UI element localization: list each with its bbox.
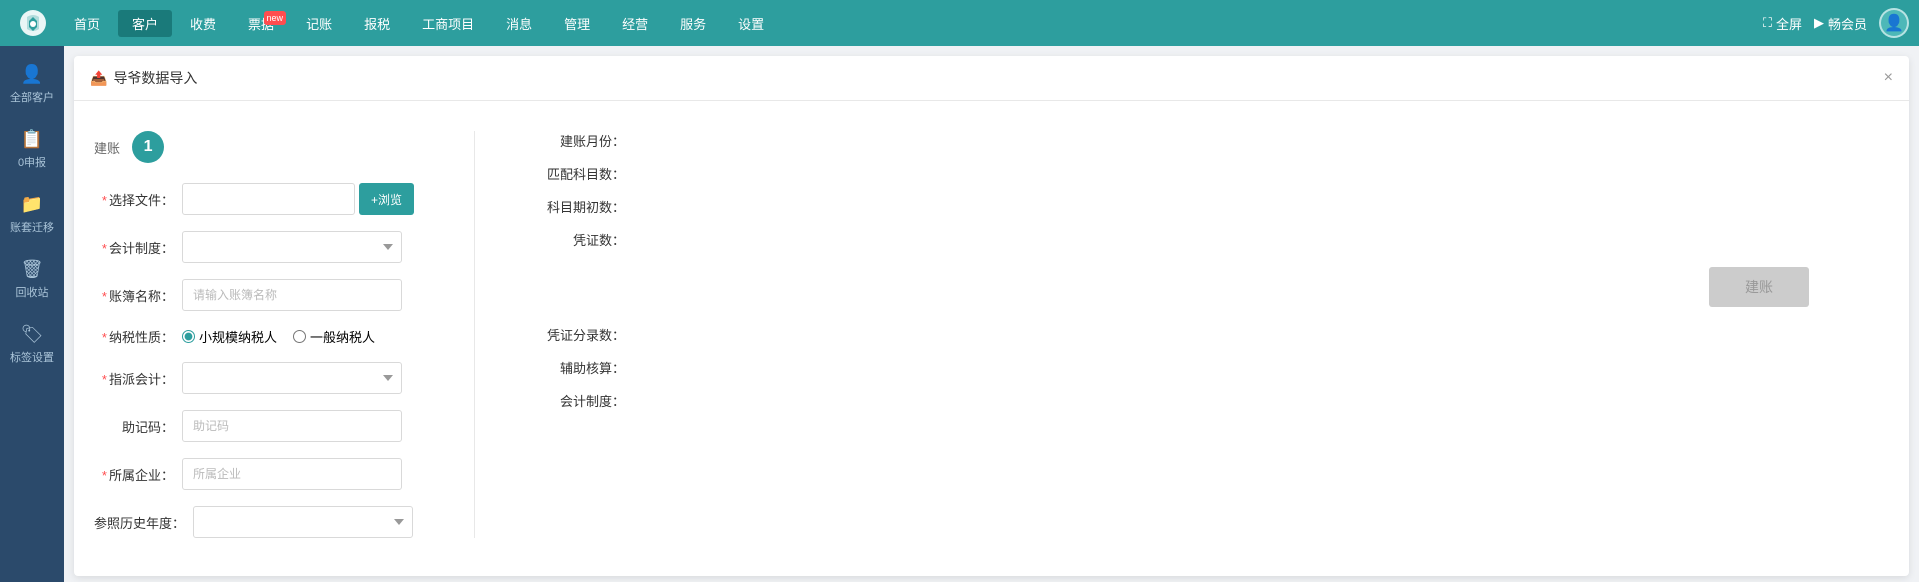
form-container: *选择文件： +浏览 *会计制度： xyxy=(94,183,454,538)
ledger-name-input[interactable] xyxy=(182,279,402,311)
company-input[interactable] xyxy=(182,458,402,490)
nav-invoice[interactable]: 票据 new xyxy=(234,10,288,37)
panel-body: 建账 1 *选择文件： +浏览 xyxy=(74,101,1909,568)
nav-business[interactable]: 工商项目 xyxy=(408,10,488,37)
sidebar: 👤 全部客户 📋 0申报 📁 账套迁移 🗑 回收站 🏷 标签设置 xyxy=(0,46,64,582)
company-row: *所属企业： xyxy=(94,458,454,490)
match-subjects-row: 匹配科目数： xyxy=(535,164,1889,183)
history-year-label: 参照历史年度： xyxy=(94,513,185,532)
nav-message[interactable]: 消息 xyxy=(492,10,546,37)
info-accounting-system-label: 会计制度： xyxy=(535,391,625,410)
sidebar-item-declaration[interactable]: 📋 0申报 xyxy=(0,119,64,180)
declaration-icon: 📋 xyxy=(21,129,43,150)
file-row: *选择文件： +浏览 xyxy=(94,183,454,215)
ledger-name-row: *账簿名称： xyxy=(94,279,454,311)
voucher-entries-row: 凭证分录数： xyxy=(535,325,1889,344)
top-navigation: 首页 客户 收费 票据 new 记账 报税 工商项目 消息 管理 经营 服务 设… xyxy=(0,0,1919,46)
tax-type-radio-group: 小规模纳税人 一般纳税人 xyxy=(182,327,375,346)
nav-billing[interactable]: 收费 xyxy=(176,10,230,37)
assign-accountant-row: *指派会计： xyxy=(94,362,454,394)
aux-accounting-label: 辅助核算： xyxy=(535,358,625,377)
vip-btn[interactable]: ▶ 畅会员 xyxy=(1814,14,1867,33)
subject-init-row: 科目期初数： xyxy=(535,197,1889,216)
accounting-system-label: *会计制度： xyxy=(94,238,174,257)
file-label: *选择文件： xyxy=(94,190,174,209)
vip-icon: ▶ xyxy=(1814,15,1824,31)
nav-settings[interactable]: 设置 xyxy=(724,10,778,37)
info-accounting-system-row: 会计制度： xyxy=(535,391,1889,410)
sidebar-item-migration[interactable]: 📁 账套迁移 xyxy=(0,184,64,245)
sidebar-item-all-clients[interactable]: 👤 全部客户 xyxy=(0,54,64,115)
tax-general-radio[interactable] xyxy=(293,330,306,343)
sidebar-item-tags[interactable]: 🏷 标签设置 xyxy=(0,314,64,375)
import-icon: 📤 xyxy=(90,70,107,87)
step-circle: 1 xyxy=(132,131,164,163)
main-layout: 👤 全部客户 📋 0申报 📁 账套迁移 🗑 回收站 🏷 标签设置 📤 导爷 xyxy=(0,46,1919,582)
accounting-system-row: *会计制度： xyxy=(94,231,454,263)
accounting-system-select[interactable] xyxy=(182,231,402,263)
file-input-group: +浏览 xyxy=(182,183,402,215)
ledger-name-label: *账簿名称： xyxy=(94,286,174,305)
tax-type-label: *纳税性质： xyxy=(94,327,174,346)
topnav-right: ⛶ 全屏 ▶ 畅会员 👤 xyxy=(1763,8,1909,38)
aux-code-input[interactable] xyxy=(182,410,402,442)
nav-customer[interactable]: 客户 xyxy=(118,10,172,37)
nav-home[interactable]: 首页 xyxy=(60,10,114,37)
right-section: 建账月份： 匹配科目数： 科目期初数： 凭证数： xyxy=(495,131,1889,538)
voucher-count-row: 凭证数： xyxy=(535,230,1889,249)
file-input[interactable] xyxy=(182,183,355,215)
nav-items: 首页 客户 收费 票据 new 记账 报税 工商项目 消息 管理 经营 服务 设… xyxy=(56,10,1763,37)
divider xyxy=(474,131,475,538)
voucher-count-label: 凭证数： xyxy=(535,230,625,249)
nav-service[interactable]: 服务 xyxy=(666,10,720,37)
aux-code-label: 助记码： xyxy=(94,417,174,436)
match-subjects-label: 匹配科目数： xyxy=(535,164,625,183)
history-year-row: 参照历史年度： xyxy=(94,506,454,538)
voucher-entries-label: 凭证分录数： xyxy=(535,325,625,344)
app-logo xyxy=(10,0,56,46)
nav-ledger[interactable]: 记账 xyxy=(292,10,346,37)
aux-accounting-row: 辅助核算： xyxy=(535,358,1889,377)
history-year-select[interactable] xyxy=(193,506,413,538)
aux-code-row: 助记码： xyxy=(94,410,454,442)
user-avatar[interactable]: 👤 xyxy=(1879,8,1909,38)
step-indicator: 建账 1 xyxy=(94,131,164,163)
fullscreen-btn[interactable]: ⛶ 全屏 xyxy=(1763,14,1802,33)
nav-manage[interactable]: 管理 xyxy=(550,10,604,37)
import-panel: 📤 导爷数据导入 × 建账 1 * xyxy=(74,56,1909,576)
subject-init-label: 科目期初数： xyxy=(535,197,625,216)
recycle-icon: 🗑 xyxy=(21,259,44,280)
tax-type-row: *纳税性质： 小规模纳税人 一般纳税人 xyxy=(94,327,454,346)
panel-title: 📤 导爷数据导入 xyxy=(90,68,197,88)
close-button[interactable]: × xyxy=(1884,69,1893,87)
nav-tax[interactable]: 报税 xyxy=(350,10,404,37)
info-section: 建账月份： 匹配科目数： 科目期初数： 凭证数： xyxy=(495,131,1889,538)
browse-button[interactable]: +浏览 xyxy=(359,183,414,215)
build-month-row: 建账月份： xyxy=(535,131,1889,150)
build-account-button[interactable]: 建账 xyxy=(1709,267,1809,307)
main-content: 📤 导爷数据导入 × 建账 1 * xyxy=(64,46,1919,582)
tax-small-option[interactable]: 小规模纳税人 xyxy=(182,327,277,346)
form-section: 建账 1 *选择文件： +浏览 xyxy=(94,131,454,538)
avatar-icon: 👤 xyxy=(1884,13,1904,33)
tags-icon: 🏷 xyxy=(21,324,44,345)
tax-general-option[interactable]: 一般纳税人 xyxy=(293,327,375,346)
all-clients-icon: 👤 xyxy=(21,64,43,85)
sidebar-item-recycle[interactable]: 🗑 回收站 xyxy=(0,249,64,310)
new-badge: new xyxy=(264,11,287,25)
tax-small-radio[interactable] xyxy=(182,330,195,343)
fullscreen-icon: ⛶ xyxy=(1763,15,1772,31)
assign-accountant-label: *指派会计： xyxy=(94,369,174,388)
build-month-label: 建账月份： xyxy=(535,131,625,150)
panel-header: 📤 导爷数据导入 × xyxy=(74,56,1909,101)
company-label: *所属企业： xyxy=(94,465,174,484)
nav-operation[interactable]: 经营 xyxy=(608,10,662,37)
assign-accountant-select[interactable] xyxy=(182,362,402,394)
migration-icon: 📁 xyxy=(21,194,43,215)
build-btn-area: 建账 xyxy=(535,267,1889,307)
